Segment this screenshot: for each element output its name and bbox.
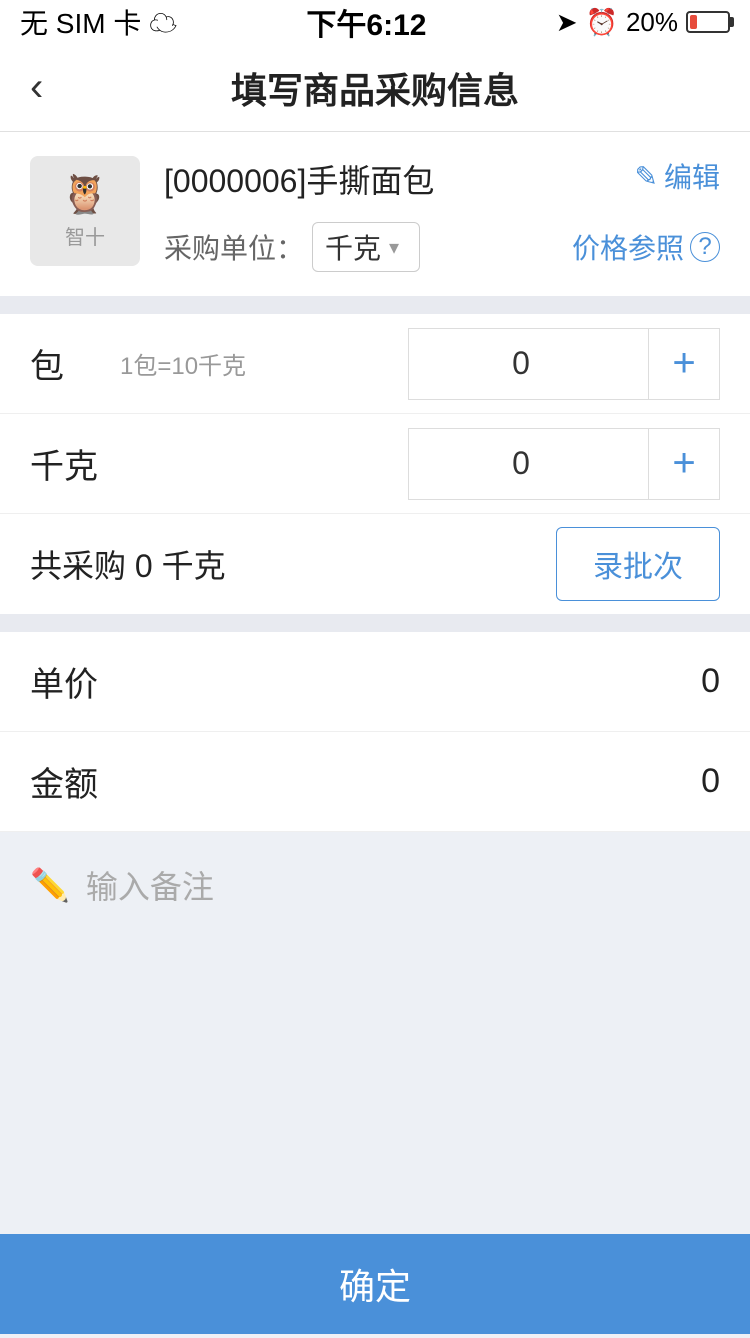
battery-icon: [686, 11, 730, 33]
kg-label: 千克: [30, 439, 110, 488]
bag-sub-label: 1包=10千克: [120, 346, 246, 381]
section-divider-2: [0, 614, 750, 632]
unit-label: 采购单位：: [164, 227, 304, 267]
confirm-button-container: 确定: [0, 1234, 750, 1334]
unit-price-row: 单价 0: [0, 632, 750, 732]
status-bar: 无 SIM 卡 ☁ 下午6:12 ➤ ⏰ 20%: [0, 0, 750, 44]
bag-plus-button[interactable]: +: [648, 328, 720, 400]
kg-input-section: 千克 +: [0, 414, 750, 514]
confirm-button[interactable]: 确定: [0, 1234, 750, 1334]
status-right: ➤ ⏰ 20%: [556, 7, 730, 38]
question-icon: ?: [690, 232, 720, 262]
product-logo-text: 智十: [65, 221, 105, 250]
unit-select[interactable]: 千克 ▾: [312, 222, 420, 272]
section-divider-1: [0, 296, 750, 314]
bag-input-row: 包 1包=10千克 +: [0, 314, 750, 414]
content-area: [0, 938, 750, 1238]
chevron-down-icon: ▾: [389, 235, 399, 260]
kg-plus-button[interactable]: +: [648, 428, 720, 500]
bag-label: 包: [30, 339, 110, 388]
edit-button[interactable]: ✎ 编辑: [635, 156, 720, 196]
price-ref-button[interactable]: 价格参照 ?: [572, 227, 720, 267]
status-left: 无 SIM 卡 ☁: [20, 2, 177, 42]
battery-percent: 20%: [626, 7, 678, 38]
record-batch-button[interactable]: 录批次: [556, 527, 720, 601]
unit-price-value: 0: [701, 662, 720, 701]
alarm-icon: ⏰: [586, 7, 618, 38]
price-section: 单价 0 金额 0: [0, 632, 750, 832]
unit-price-label: 单价: [30, 657, 98, 706]
amount-value: 0: [701, 762, 720, 801]
amount-row: 金额 0: [0, 732, 750, 832]
edit-icon: ✎: [635, 160, 658, 193]
kg-quantity-input[interactable]: [408, 428, 648, 500]
product-card: 🦉 智十 [0000006]手撕面包 ✎ 编辑 采购单位： 千克 ▾ 价格参照 …: [0, 132, 750, 296]
status-time: 下午6:12: [306, 0, 426, 44]
sim-status: 无 SIM 卡 ☁: [20, 2, 177, 42]
product-thumbnail: 🦉 智十: [30, 156, 140, 266]
notes-placeholder: 输入备注: [86, 862, 214, 908]
total-row: 共采购 0 千克 录批次: [0, 514, 750, 614]
bag-input-section: 包 1包=10千克 +: [0, 314, 750, 414]
location-icon: ➤: [556, 7, 578, 38]
kg-input-row: 千克 +: [0, 414, 750, 514]
product-name: [0000006]手撕面包: [164, 156, 434, 202]
pencil-icon: ✏️: [30, 866, 70, 904]
product-info: [0000006]手撕面包 ✎ 编辑 采购单位： 千克 ▾ 价格参照 ?: [164, 156, 720, 272]
notes-section[interactable]: ✏️ 输入备注: [0, 832, 750, 938]
total-label: 共采购 0 千克: [30, 541, 226, 587]
product-logo-icon: 🦉: [61, 173, 108, 217]
bag-quantity-input[interactable]: [408, 328, 648, 400]
back-button[interactable]: ‹: [30, 65, 43, 110]
amount-label: 金额: [30, 757, 98, 806]
page-title: 填写商品采购信息: [231, 62, 519, 114]
nav-bar: ‹ 填写商品采购信息: [0, 44, 750, 132]
